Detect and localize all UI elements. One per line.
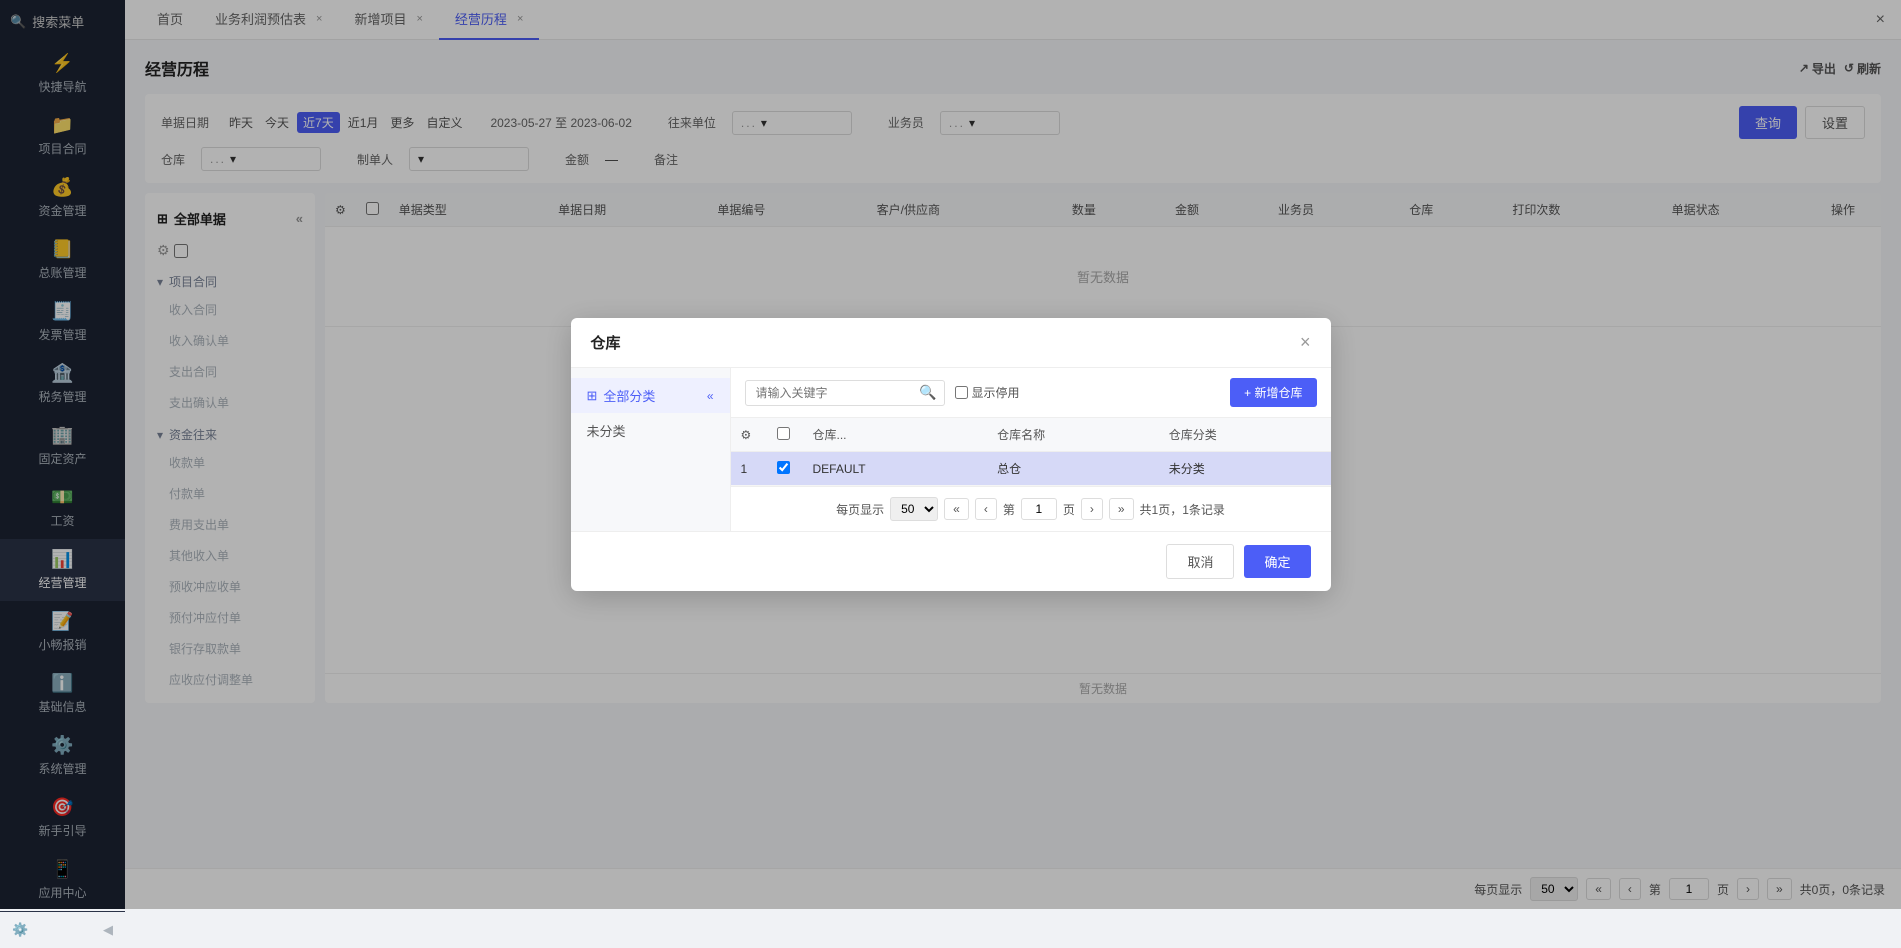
gear-icon[interactable]: ⚙ — [741, 428, 752, 442]
row-category: 未分类 — [1159, 452, 1331, 486]
modal-page-input[interactable] — [1021, 498, 1057, 520]
modal-page-word: 第 — [1003, 501, 1015, 518]
modal-first-page[interactable]: « — [944, 498, 969, 520]
add-warehouse-btn[interactable]: + 新增仓库 — [1230, 378, 1316, 407]
modal-category-all-label: 全部分类 — [603, 386, 655, 405]
row-code: DEFAULT — [803, 452, 988, 486]
modal-category-all[interactable]: ⊞ 全部分类 « — [571, 378, 730, 413]
modal-body: ⊞ 全部分类 « 未分类 🔍 显示停用 — [571, 368, 1331, 531]
modal-next-page[interactable]: › — [1081, 498, 1103, 520]
modal-total-info: 共1页，1条记录 — [1140, 501, 1225, 518]
modal-pagination: 每页显示 50 « ‹ 第 页 › » 共1页，1条记录 — [731, 486, 1331, 531]
modal-page-label: 页 — [1063, 501, 1075, 518]
row-check — [767, 452, 803, 486]
modal-table: ⚙ 仓库... 仓库名称 仓库分类 1 DEFAULT — [731, 418, 1331, 486]
th-wh-code: 仓库... — [803, 418, 988, 452]
sidebar-bottom: ⚙️ ◀ — [0, 911, 125, 948]
modal-category-uncategorized-label: 未分类 — [587, 421, 626, 440]
show-disabled-label: 显示停用 — [972, 384, 1020, 401]
modal-footer: 取消 确定 — [571, 531, 1331, 591]
modal-prev-page[interactable]: ‹ — [975, 498, 997, 520]
modal-header: 仓库 × — [571, 318, 1331, 368]
modal-select-all[interactable] — [777, 427, 790, 440]
modal-per-page-label: 每页显示 — [836, 501, 884, 518]
modal-search-wrap: 🔍 — [745, 380, 945, 406]
modal-title: 仓库 — [591, 332, 621, 353]
warehouse-modal: 仓库 × ⊞ 全部分类 « 未分类 — [571, 318, 1331, 591]
warehouse-table: ⚙ 仓库... 仓库名称 仓库分类 1 DEFAULT — [731, 418, 1331, 486]
row-checkbox[interactable] — [777, 461, 790, 474]
show-disabled-checkbox[interactable]: 显示停用 — [955, 384, 1020, 401]
modal-table-header: ⚙ 仓库... 仓库名称 仓库分类 — [731, 418, 1331, 452]
modal-left-panel: ⊞ 全部分类 « 未分类 — [571, 368, 731, 531]
cancel-btn[interactable]: 取消 — [1166, 544, 1234, 579]
row-name: 总仓 — [987, 452, 1159, 486]
collapse-sidebar-icon[interactable]: ◀ — [103, 922, 113, 938]
grid-icon: ⊞ — [587, 388, 598, 404]
collapse-icon[interactable]: « — [707, 389, 714, 403]
modal-search-icon: 🔍 — [919, 384, 936, 401]
table-row[interactable]: 1 DEFAULT 总仓 未分类 — [731, 452, 1331, 486]
th-wh-category: 仓库分类 — [1159, 418, 1331, 452]
modal-per-page-select[interactable]: 50 — [890, 497, 938, 521]
modal-last-page[interactable]: » — [1109, 498, 1134, 520]
th-check — [767, 418, 803, 452]
settings-icon[interactable]: ⚙️ — [12, 922, 28, 938]
modal-search-input[interactable] — [745, 380, 945, 406]
th-wh-name: 仓库名称 — [987, 418, 1159, 452]
modal-overlay: 仓库 × ⊞ 全部分类 « 未分类 — [0, 0, 1901, 909]
th-gear: ⚙ — [731, 418, 767, 452]
confirm-btn[interactable]: 确定 — [1244, 545, 1310, 578]
modal-toolbar: 🔍 显示停用 + 新增仓库 — [731, 368, 1331, 418]
modal-category-uncategorized[interactable]: 未分类 — [571, 413, 730, 448]
disabled-checkbox[interactable] — [955, 386, 968, 399]
row-num: 1 — [731, 452, 767, 486]
modal-close-btn[interactable]: × — [1300, 332, 1311, 353]
modal-right-panel: 🔍 显示停用 + 新增仓库 ⚙ — [731, 368, 1331, 531]
